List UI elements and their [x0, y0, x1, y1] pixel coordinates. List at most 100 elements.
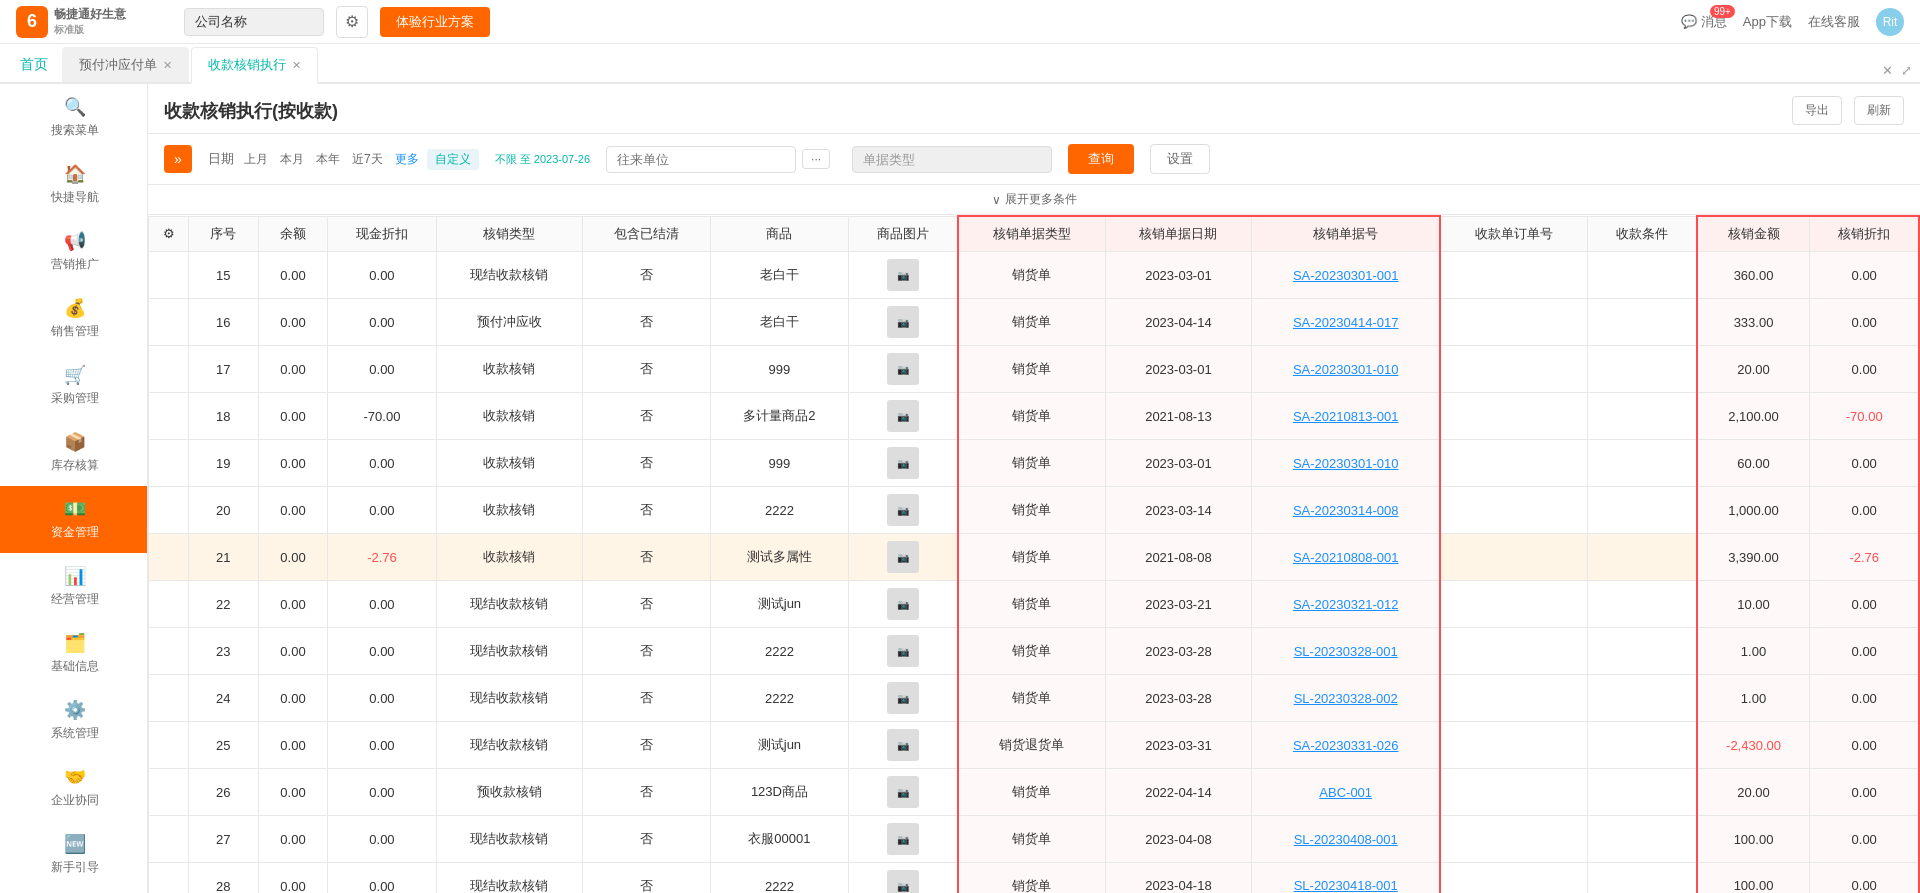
sidebar-item-basic[interactable]: 🗂️ 基础信息: [0, 620, 147, 687]
cell-bill-no[interactable]: SL-20230328-002: [1252, 675, 1440, 722]
header-right: 💬 消息 99+ App下载 在线客服 Rit: [1681, 8, 1904, 36]
cell-verify-type: 现结收款核销: [436, 863, 583, 894]
window-close-icon[interactable]: ✕: [1882, 63, 1893, 78]
window-maximize-icon[interactable]: ⤢: [1901, 63, 1912, 78]
bill-no-link[interactable]: SA-20230314-008: [1293, 503, 1399, 518]
expand-more-button[interactable]: ∨ 展开更多条件: [992, 191, 1077, 208]
bill-no-link[interactable]: SA-20230331-026: [1293, 738, 1399, 753]
cell-bill-no[interactable]: SA-20230301-010: [1252, 346, 1440, 393]
tab-prepay-close[interactable]: ✕: [163, 59, 172, 72]
tab-home[interactable]: 首页: [8, 48, 60, 82]
table-header-row: ⚙ 序号 余额 现金折扣 核销类型 包含已结清 商品 商品图片 核销单据类型 核…: [149, 216, 1920, 252]
cell-bill-no[interactable]: SA-20210813-001: [1252, 393, 1440, 440]
industry-button[interactable]: 体验行业方案: [380, 7, 490, 37]
bill-no-link[interactable]: SL-20230328-002: [1294, 691, 1398, 706]
settings-icon[interactable]: ⚙: [336, 6, 368, 38]
export-button[interactable]: 导出: [1792, 96, 1842, 125]
cell-verify-amount: 60.00: [1697, 440, 1810, 487]
logo-text: 畅捷通好生意: [54, 6, 126, 23]
cell-receipt-cond: [1588, 393, 1697, 440]
sidebar-item-inventory[interactable]: 📦 库存核算: [0, 419, 147, 486]
cell-bill-no[interactable]: SA-20230414-017: [1252, 299, 1440, 346]
bill-no-link[interactable]: SA-20230301-010: [1293, 456, 1399, 471]
cell-goods-image: 📷: [849, 487, 958, 534]
th-verify-discount: 核销折扣: [1810, 216, 1919, 252]
sidebar-item-search-label: 搜索菜单: [51, 122, 99, 139]
cell-receipt-cond: [1588, 863, 1697, 894]
cell-row-num: 18: [189, 393, 259, 440]
sidebar-item-system[interactable]: ⚙️ 系统管理: [0, 687, 147, 754]
cell-bill-no[interactable]: SA-20230301-010: [1252, 440, 1440, 487]
date-custom[interactable]: 自定义: [427, 149, 479, 170]
sidebar-item-finance[interactable]: 💵 资金管理: [0, 486, 147, 553]
cell-bill-no[interactable]: SA-20230321-012: [1252, 581, 1440, 628]
partner-input[interactable]: [606, 146, 796, 173]
bill-no-link[interactable]: SL-20230408-001: [1294, 832, 1398, 847]
filter-toggle-button[interactable]: »: [164, 145, 192, 173]
tab-prepay[interactable]: 预付冲应付单 ✕: [62, 47, 189, 82]
company-selector[interactable]: 公司名称: [184, 8, 324, 36]
bill-no-link[interactable]: SA-20210813-001: [1293, 409, 1399, 424]
sidebar-item-corp[interactable]: 🤝 企业协同: [0, 754, 147, 821]
th-settings[interactable]: ⚙: [149, 216, 189, 252]
filter-settings-button[interactable]: 设置: [1150, 144, 1210, 174]
bill-no-link[interactable]: SL-20230328-001: [1294, 644, 1398, 659]
app-download-link[interactable]: App下载: [1743, 13, 1792, 31]
cell-settings: [149, 581, 189, 628]
bill-no-link[interactable]: SA-20230321-012: [1293, 597, 1399, 612]
notification-icon: 💬: [1681, 14, 1697, 29]
date-more[interactable]: 更多: [391, 149, 423, 170]
bill-no-link[interactable]: ABC-001: [1319, 785, 1372, 800]
sidebar-item-quick[interactable]: 🏠 快捷导航: [0, 151, 147, 218]
bill-no-link[interactable]: SA-20230301-001: [1293, 268, 1399, 283]
cell-bill-no[interactable]: ABC-001: [1252, 769, 1440, 816]
cell-goods-image: 📷: [849, 299, 958, 346]
date-this-year[interactable]: 本年: [312, 149, 344, 170]
cell-receipt-order: [1440, 440, 1588, 487]
sidebar-item-hardware[interactable]: 🖥️ 智能硬件: [0, 888, 147, 893]
cell-bill-no[interactable]: SL-20230328-001: [1252, 628, 1440, 675]
cell-settings: [149, 393, 189, 440]
th-row-num: 序号: [189, 216, 259, 252]
cell-verify-type: 现结收款核销: [436, 252, 583, 299]
bill-no-link[interactable]: SL-20230418-001: [1294, 878, 1398, 893]
cell-bill-no[interactable]: SA-20230314-008: [1252, 487, 1440, 534]
partner-ellipsis-button[interactable]: ···: [802, 149, 830, 169]
sidebar-item-marketing[interactable]: 📢 营销推广: [0, 218, 147, 285]
cell-include-settled: 否: [583, 816, 711, 863]
cell-verify-discount: 0.00: [1810, 252, 1919, 299]
notification-button[interactable]: 💬 消息 99+: [1681, 13, 1727, 31]
bill-no-link[interactable]: SA-20230414-017: [1293, 315, 1399, 330]
bill-no-link[interactable]: SA-20210808-001: [1293, 550, 1399, 565]
cell-bill-no[interactable]: SL-20230408-001: [1252, 816, 1440, 863]
th-include-settled: 包含已结清: [583, 216, 711, 252]
cell-bill-no[interactable]: SA-20210808-001: [1252, 534, 1440, 581]
query-button[interactable]: 查询: [1068, 144, 1134, 174]
sidebar-item-purchase[interactable]: 🛒 采购管理: [0, 352, 147, 419]
date-7days[interactable]: 近7天: [348, 149, 387, 170]
cell-verify-amount: 100.00: [1697, 816, 1810, 863]
cell-settings: [149, 346, 189, 393]
tab-receipt-close[interactable]: ✕: [292, 59, 301, 72]
sidebar-item-search[interactable]: 🔍 搜索菜单: [0, 84, 147, 151]
sidebar-item-operation[interactable]: 📊 经营管理: [0, 553, 147, 620]
date-last-month[interactable]: 上月: [240, 149, 272, 170]
user-avatar[interactable]: Rit: [1876, 8, 1904, 36]
online-service-link[interactable]: 在线客服: [1808, 13, 1860, 31]
cell-bill-no[interactable]: SA-20230301-001: [1252, 252, 1440, 299]
date-filter-label: 日期: [208, 150, 234, 168]
bill-type-select[interactable]: 单据类型: [852, 146, 1052, 173]
sidebar-item-guide[interactable]: 🆕 新手引导: [0, 821, 147, 888]
sidebar-item-sales[interactable]: 💰 销售管理: [0, 285, 147, 352]
bill-no-link[interactable]: SA-20230301-010: [1293, 362, 1399, 377]
refresh-button[interactable]: 刷新: [1854, 96, 1904, 125]
cell-receipt-order: [1440, 487, 1588, 534]
tab-receipt[interactable]: 收款核销执行 ✕: [191, 47, 318, 84]
cell-bill-date: 2021-08-13: [1105, 393, 1252, 440]
cell-bill-no[interactable]: SA-20230331-026: [1252, 722, 1440, 769]
cell-bill-no[interactable]: SL-20230418-001: [1252, 863, 1440, 894]
top-header: 6 畅捷通好生意 标准版 公司名称 ⚙ 体验行业方案 💬 消息 99+ App下…: [0, 0, 1920, 44]
cell-cash-discount: 0.00: [328, 581, 436, 628]
cell-bill-type: 销货单: [958, 440, 1106, 487]
date-this-month[interactable]: 本月: [276, 149, 308, 170]
